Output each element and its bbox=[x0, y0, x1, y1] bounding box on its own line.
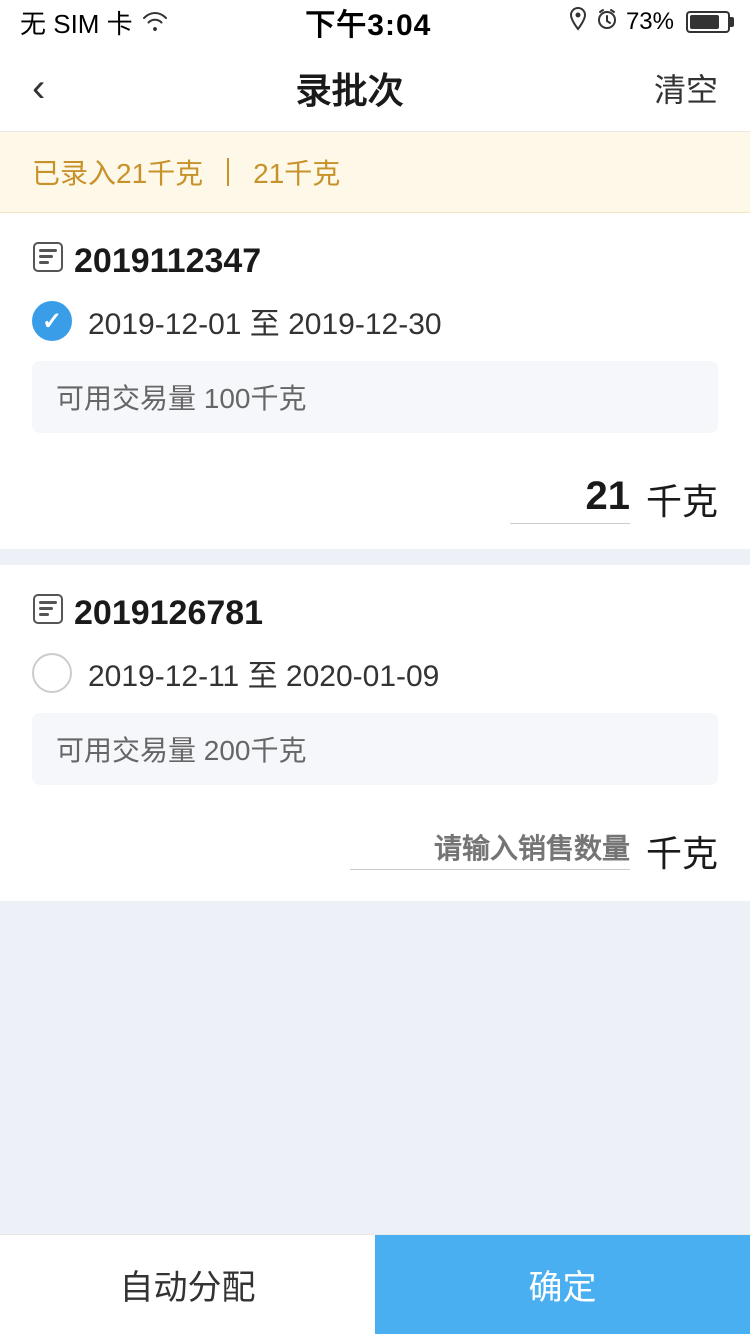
radio-1[interactable] bbox=[32, 301, 72, 341]
quantity-underline-2 bbox=[350, 833, 630, 870]
batch-date-2: 2019-12-11 至 2020-01-09 bbox=[88, 651, 439, 695]
clear-button[interactable]: 清空 bbox=[654, 65, 718, 111]
summary-divider bbox=[227, 158, 229, 186]
radio-2[interactable] bbox=[32, 653, 72, 693]
quantity-input-1[interactable] bbox=[510, 474, 630, 519]
batch-id-1: 2019112347 bbox=[74, 242, 261, 281]
batch-card-2: 2019126781 2019-12-11 至 2020-01-09 可用交易量… bbox=[0, 565, 750, 901]
quantity-underline-1 bbox=[510, 474, 630, 524]
status-time: 下午3:04 bbox=[305, 0, 431, 44]
section-separator-1 bbox=[0, 549, 750, 565]
quantity-unit-2: 千克 bbox=[646, 825, 718, 877]
batch-card-1: 2019112347 2019-12-01 至 2019-12-30 可用交易量… bbox=[0, 213, 750, 549]
status-right: 73% bbox=[568, 7, 730, 38]
back-button[interactable]: ‹ bbox=[32, 68, 45, 108]
batch-available-1: 可用交易量 100千克 bbox=[56, 383, 307, 414]
quantity-input-2[interactable] bbox=[350, 833, 630, 865]
bottom-bar: 自动分配 确定 bbox=[0, 1234, 750, 1334]
quantity-row-1: 千克 bbox=[0, 453, 750, 549]
no-sim-text: 无 SIM 卡 bbox=[20, 4, 133, 41]
batch-date-row-1[interactable]: 2019-12-01 至 2019-12-30 bbox=[0, 291, 750, 351]
batch-available-2: 可用交易量 200千克 bbox=[56, 735, 307, 766]
alarm-icon bbox=[596, 8, 618, 37]
batch-date-row-2[interactable]: 2019-12-11 至 2020-01-09 bbox=[0, 643, 750, 703]
batch-id-2: 2019126781 bbox=[74, 594, 263, 633]
confirm-button[interactable]: 确定 bbox=[375, 1235, 750, 1334]
batch-id-icon-1 bbox=[32, 241, 64, 281]
battery-percent: 73% bbox=[626, 8, 674, 36]
summary-banner: 已录入21千克 21千克 bbox=[0, 132, 750, 213]
summary-label: 已录入21千克 bbox=[32, 152, 203, 192]
status-left: 无 SIM 卡 bbox=[20, 4, 169, 41]
status-bar: 无 SIM 卡 下午3:04 73% bbox=[0, 0, 750, 44]
nav-bar: ‹ 录批次 清空 bbox=[0, 44, 750, 132]
page-title: 录批次 bbox=[296, 62, 404, 114]
batch-date-1: 2019-12-01 至 2019-12-30 bbox=[88, 299, 442, 343]
batch-id-icon-2 bbox=[32, 593, 64, 633]
auto-distribute-button[interactable]: 自动分配 bbox=[0, 1235, 375, 1334]
quantity-row-2: 千克 bbox=[0, 805, 750, 901]
batch-info-1: 可用交易量 100千克 bbox=[32, 361, 718, 433]
battery-icon bbox=[686, 11, 730, 33]
quantity-unit-1: 千克 bbox=[646, 473, 718, 525]
batch-header-1: 2019112347 bbox=[0, 213, 750, 291]
summary-value: 21千克 bbox=[253, 152, 340, 192]
batch-info-2: 可用交易量 200千克 bbox=[32, 713, 718, 785]
batch-header-2: 2019126781 bbox=[0, 565, 750, 643]
wifi-icon bbox=[141, 7, 169, 38]
location-icon bbox=[568, 7, 588, 38]
